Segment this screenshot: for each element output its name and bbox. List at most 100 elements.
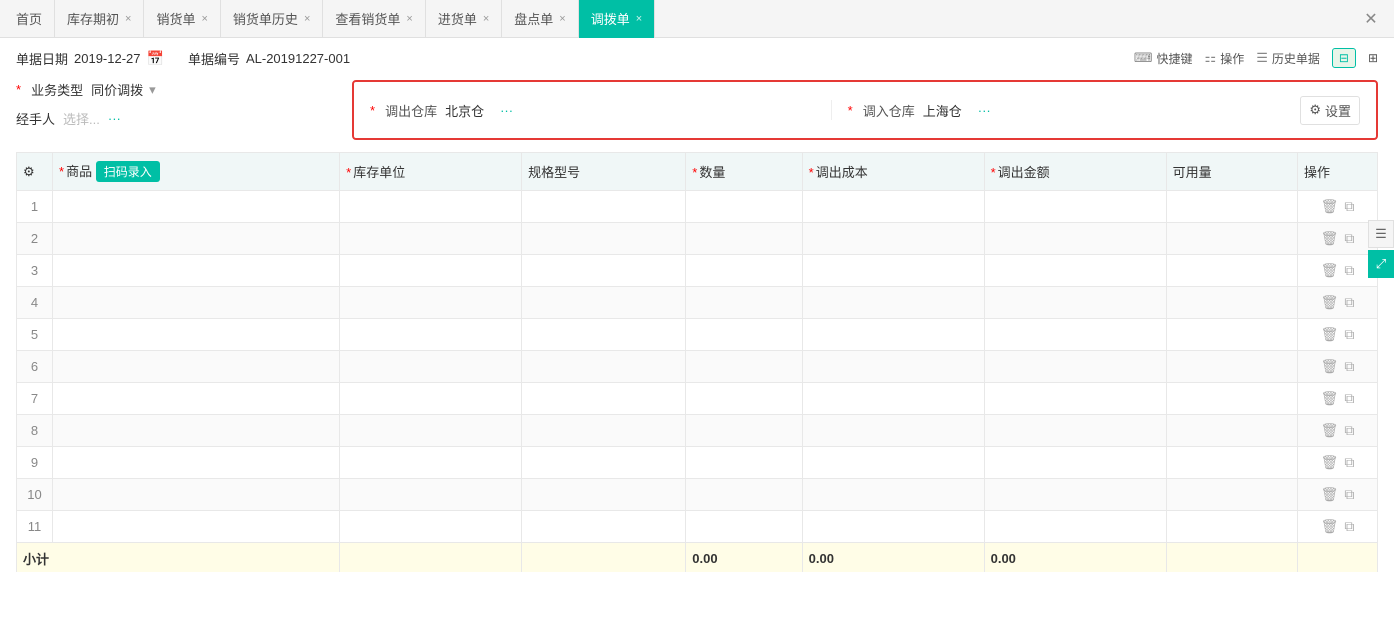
row-available[interactable] [1166,319,1297,351]
row-qty[interactable] [686,383,802,415]
tab-purchase-order-close[interactable]: × [483,13,489,25]
delete-icon[interactable]: 🗑 [1321,358,1339,375]
row-cost[interactable] [802,415,984,447]
row-available[interactable] [1166,351,1297,383]
tab-inventory-init[interactable]: 库存期初 × [55,0,144,38]
dropdown-icon[interactable]: ▾ [149,82,156,98]
tab-purchase-order[interactable]: 进货单 × [426,0,502,38]
tab-sales-order[interactable]: 销货单 × [144,0,220,38]
row-cost[interactable] [802,511,984,543]
col-gear[interactable]: ⚙ [17,153,53,191]
tab-inventory-check-close[interactable]: × [559,13,565,25]
delete-icon[interactable]: 🗑 [1321,326,1339,343]
row-qty[interactable] [686,255,802,287]
row-spec[interactable] [522,319,686,351]
row-unit[interactable] [340,319,522,351]
row-amount[interactable] [984,383,1166,415]
row-available[interactable] [1166,191,1297,223]
tab-sales-history[interactable]: 销货单历史 × [221,0,323,38]
tab-transfer-order-close[interactable]: × [636,13,642,25]
row-spec[interactable] [522,255,686,287]
row-product[interactable] [53,351,340,383]
delete-icon[interactable]: 🗑 [1321,422,1339,439]
window-close-button[interactable]: ✕ [1356,4,1386,34]
layout-toggle-button[interactable]: ⊟ [1332,48,1356,68]
row-unit[interactable] [340,511,522,543]
tab-view-sales[interactable]: 查看销货单 × [323,0,425,38]
row-amount[interactable] [984,447,1166,479]
warehouse-out-more[interactable]: ··· [500,103,513,118]
row-spec[interactable] [522,479,686,511]
row-spec[interactable] [522,223,686,255]
copy-icon[interactable]: ⧉ [1344,486,1354,503]
layout-alt-button[interactable]: ⊞ [1368,51,1378,65]
row-available[interactable] [1166,447,1297,479]
row-cost[interactable] [802,479,984,511]
row-amount[interactable] [984,511,1166,543]
row-unit[interactable] [340,255,522,287]
copy-icon[interactable]: ⧉ [1344,198,1354,215]
row-amount[interactable] [984,351,1166,383]
row-spec[interactable] [522,511,686,543]
delete-icon[interactable]: 🗑 [1321,454,1339,471]
row-product[interactable] [53,191,340,223]
row-product[interactable] [53,319,340,351]
delete-icon[interactable]: 🗑 [1321,390,1339,407]
row-product[interactable] [53,447,340,479]
row-product[interactable] [53,511,340,543]
delete-icon[interactable]: 🗑 [1321,230,1339,247]
delete-icon[interactable]: 🗑 [1321,518,1339,535]
row-qty[interactable] [686,191,802,223]
row-spec[interactable] [522,383,686,415]
copy-icon[interactable]: ⧉ [1344,326,1354,343]
row-unit[interactable] [340,351,522,383]
row-qty[interactable] [686,287,802,319]
row-available[interactable] [1166,223,1297,255]
tab-sales-order-close[interactable]: × [201,13,207,25]
row-cost[interactable] [802,223,984,255]
row-amount[interactable] [984,479,1166,511]
tab-sales-history-close[interactable]: × [304,13,310,25]
row-qty[interactable] [686,447,802,479]
copy-icon[interactable]: ⧉ [1344,262,1354,279]
row-unit[interactable] [340,415,522,447]
row-available[interactable] [1166,383,1297,415]
row-product[interactable] [53,255,340,287]
tab-inventory-check[interactable]: 盘点单 × [502,0,578,38]
shortcuts-button[interactable]: ⌨ 快捷键 [1134,50,1193,67]
row-available[interactable] [1166,255,1297,287]
right-panel-doc-icon[interactable]: ☰ [1368,220,1394,248]
scan-button[interactable]: 扫码录入 [96,161,160,182]
row-spec[interactable] [522,447,686,479]
copy-icon[interactable]: ⧉ [1344,230,1354,247]
tab-transfer-order[interactable]: 调拨单 × [579,0,655,38]
row-unit[interactable] [340,223,522,255]
delete-icon[interactable]: 🗑 [1321,262,1339,279]
row-qty[interactable] [686,479,802,511]
calendar-icon[interactable]: 📅 [147,50,164,67]
row-unit[interactable] [340,383,522,415]
row-unit[interactable] [340,447,522,479]
row-amount[interactable] [984,223,1166,255]
row-product[interactable] [53,383,340,415]
copy-icon[interactable]: ⧉ [1344,422,1354,439]
tab-inventory-init-close[interactable]: × [125,13,131,25]
delete-icon[interactable]: 🗑 [1321,198,1339,215]
row-unit[interactable] [340,479,522,511]
row-available[interactable] [1166,287,1297,319]
row-cost[interactable] [802,255,984,287]
row-amount[interactable] [984,319,1166,351]
row-product[interactable] [53,223,340,255]
operations-button[interactable]: ⚏ 操作 [1205,50,1245,67]
row-product[interactable] [53,479,340,511]
row-product[interactable] [53,287,340,319]
row-spec[interactable] [522,415,686,447]
row-unit[interactable] [340,191,522,223]
row-qty[interactable] [686,223,802,255]
row-qty[interactable] [686,511,802,543]
tab-home[interactable]: 首页 [8,0,55,38]
row-amount[interactable] [984,191,1166,223]
copy-icon[interactable]: ⧉ [1344,390,1354,407]
row-qty[interactable] [686,319,802,351]
delete-icon[interactable]: 🗑 [1321,294,1339,311]
